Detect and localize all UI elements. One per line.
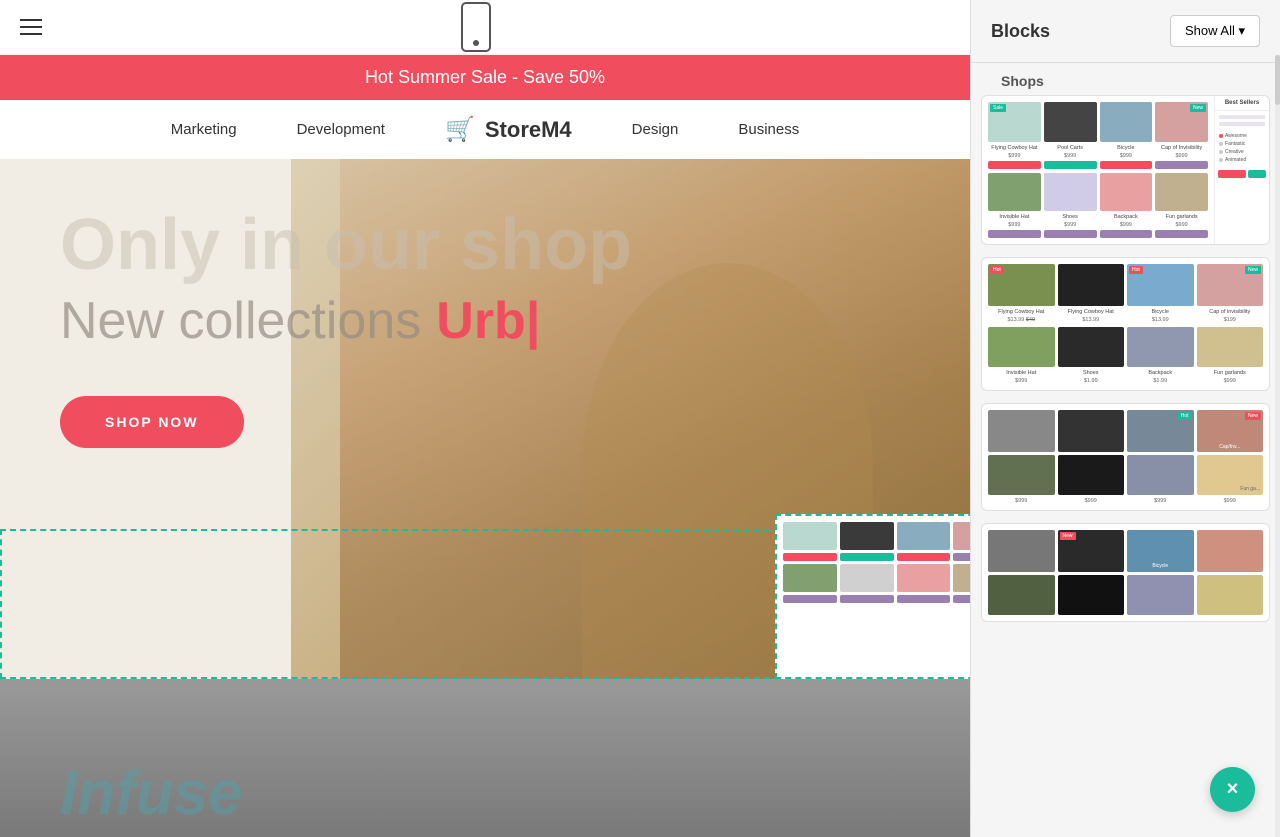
- hero-subtitle-line: New collections Urb|: [60, 291, 632, 356]
- panel-title: Blocks: [991, 21, 1050, 42]
- panel-header: Blocks Show All ▾: [971, 0, 1280, 63]
- mobile-preview-icon[interactable]: [461, 2, 491, 52]
- website-preview: Hot Summer Sale - Save 50% Marketing Dev…: [0, 55, 970, 837]
- site-logo: 🛒 StoreM4: [445, 115, 572, 144]
- floating-block-preview: Best Sellers Item Item Item Item: [775, 514, 970, 679]
- show-all-button[interactable]: Show All ▾: [1170, 15, 1260, 47]
- hero-subtitle-plain: New collections: [60, 291, 421, 351]
- panel-scrollable[interactable]: Shops Sale New Flying: [971, 63, 1280, 837]
- nav-business[interactable]: Business: [738, 121, 799, 138]
- nav-development[interactable]: Development: [297, 121, 385, 138]
- close-button[interactable]: ×: [1210, 767, 1255, 812]
- block-1-inner: Sale New Flying Cowboy Hat Pool Carts Bi…: [982, 96, 1269, 244]
- block-thumbnail-3[interactable]: Hot New Cap/Inv... Fun ga... $: [981, 403, 1270, 511]
- bottom-section: Infuse: [0, 679, 970, 837]
- bottom-text: Infuse: [60, 758, 243, 829]
- logo-text: StoreM4: [485, 117, 572, 143]
- logo-cart-icon: 🛒: [445, 115, 475, 144]
- block-1-sidebar: Best Sellers Awesome Fantastic Creative …: [1214, 96, 1269, 244]
- right-panel: Blocks Show All ▾ Shops Sale New: [970, 0, 1280, 837]
- shops-section-title: Shops: [981, 63, 1270, 95]
- block-thumbnail-4[interactable]: New Bicycle: [981, 523, 1270, 622]
- block-4-inner: New Bicycle: [982, 524, 1269, 621]
- hero-section: Only in our shop New collections Urb| SH…: [0, 159, 970, 679]
- selection-box: [0, 529, 780, 679]
- announcement-bar: Hot Summer Sale - Save 50%: [0, 55, 970, 100]
- site-navigation: Marketing Development 🛒 StoreM4 Design B…: [0, 100, 970, 159]
- nav-marketing[interactable]: Marketing: [171, 121, 237, 138]
- block-3-inner: Hot New Cap/Inv... Fun ga... $: [982, 404, 1269, 510]
- main-canvas: Hot Summer Sale - Save 50% Marketing Dev…: [0, 0, 970, 837]
- top-toolbar: [0, 0, 970, 55]
- block-2-inner: Hot Hot New Flying Cowboy Hat Flying Cow…: [982, 258, 1269, 390]
- shop-now-button[interactable]: SHOP NOW: [60, 396, 244, 448]
- announcement-text: Hot Summer Sale - Save 50%: [365, 67, 605, 87]
- hero-subtitle-accent: Urb|: [436, 291, 540, 351]
- hero-content: Only in our shop New collections Urb| SH…: [60, 209, 632, 448]
- hero-title: Only in our shop: [60, 209, 632, 281]
- nav-design[interactable]: Design: [632, 121, 679, 138]
- block-thumbnail-2[interactable]: Hot Hot New Flying Cowboy Hat Flying Cow…: [981, 257, 1270, 391]
- block-thumbnail-1[interactable]: Sale New Flying Cowboy Hat Pool Carts Bi…: [981, 95, 1270, 245]
- scrollbar-thumb[interactable]: [1275, 55, 1280, 105]
- scrollbar-track[interactable]: [1275, 55, 1280, 837]
- hamburger-menu[interactable]: [20, 19, 42, 35]
- block-1-main: Sale New Flying Cowboy Hat Pool Carts Bi…: [982, 96, 1214, 244]
